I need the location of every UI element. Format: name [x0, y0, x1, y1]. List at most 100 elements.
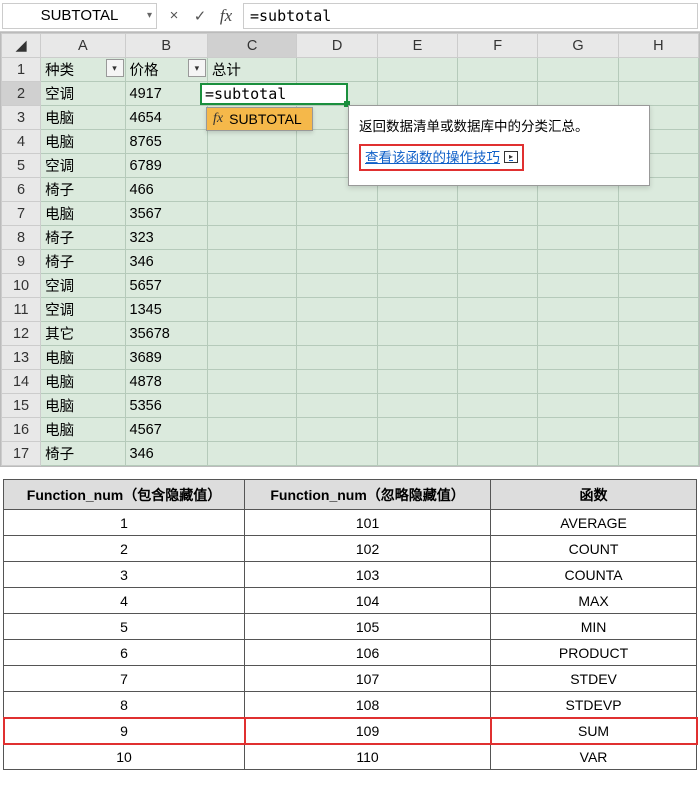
cell-F14[interactable] — [458, 370, 538, 394]
cell-B5[interactable]: 6789 — [125, 154, 207, 178]
cell-B7[interactable]: 3567 — [125, 202, 207, 226]
cell-C6[interactable] — [207, 178, 297, 202]
cell-F9[interactable] — [458, 250, 538, 274]
cell-H12[interactable] — [618, 322, 698, 346]
cell-C13[interactable] — [207, 346, 297, 370]
cell-B14[interactable]: 4878 — [125, 370, 207, 394]
select-all-cell[interactable]: ◢ — [2, 34, 41, 58]
row-header[interactable]: 4 — [2, 130, 41, 154]
cell-D11[interactable] — [297, 298, 377, 322]
suggest-item-subtotal[interactable]: fx SUBTOTAL — [207, 108, 312, 130]
cell-A13[interactable]: 电脑 — [41, 346, 125, 370]
row-header[interactable]: 8 — [2, 226, 41, 250]
cell-D10[interactable] — [297, 274, 377, 298]
cell-A7[interactable]: 电脑 — [41, 202, 125, 226]
cell-A15[interactable]: 电脑 — [41, 394, 125, 418]
filter-dropdown-icon[interactable]: ▾ — [188, 59, 206, 77]
cell-D14[interactable] — [297, 370, 377, 394]
col-header-H[interactable]: H — [618, 34, 698, 58]
cell-A14[interactable]: 电脑 — [41, 370, 125, 394]
cell-E11[interactable] — [377, 298, 457, 322]
cell-C10[interactable] — [207, 274, 297, 298]
cell-B1[interactable]: 价格▾ — [125, 58, 207, 82]
row-header[interactable]: 17 — [2, 442, 41, 466]
cell-H15[interactable] — [618, 394, 698, 418]
cell-C15[interactable] — [207, 394, 297, 418]
row-header[interactable]: 6 — [2, 178, 41, 202]
col-header-F[interactable]: F — [458, 34, 538, 58]
row-header[interactable]: 2 — [2, 82, 41, 106]
row-header[interactable]: 14 — [2, 370, 41, 394]
cell-F13[interactable] — [458, 346, 538, 370]
cell-H7[interactable] — [618, 202, 698, 226]
row-header[interactable]: 9 — [2, 250, 41, 274]
cell-D7[interactable] — [297, 202, 377, 226]
cell-E13[interactable] — [377, 346, 457, 370]
active-cell-edit[interactable]: =subtotal — [200, 83, 348, 105]
formula-input[interactable]: =subtotal — [243, 3, 698, 29]
cell-C14[interactable] — [207, 370, 297, 394]
cell-A4[interactable]: 电脑 — [41, 130, 125, 154]
cell-G15[interactable] — [538, 394, 618, 418]
enter-edit-icon[interactable]: ✓ — [191, 7, 209, 25]
cell-C4[interactable] — [207, 130, 297, 154]
cell-F12[interactable] — [458, 322, 538, 346]
cell-A2[interactable]: 空调 — [41, 82, 125, 106]
cell-A3[interactable]: 电脑 — [41, 106, 125, 130]
cancel-edit-icon[interactable]: × — [165, 7, 183, 24]
worksheet-grid[interactable]: ◢ A B C D E F G H 1种类▾价格▾总计2空调49173电脑465… — [1, 33, 699, 466]
cell-A12[interactable]: 其它 — [41, 322, 125, 346]
cell-F11[interactable] — [458, 298, 538, 322]
cell-B16[interactable]: 4567 — [125, 418, 207, 442]
col-header-D[interactable]: D — [297, 34, 377, 58]
row-header[interactable]: 10 — [2, 274, 41, 298]
row-header[interactable]: 12 — [2, 322, 41, 346]
cell-A17[interactable]: 椅子 — [41, 442, 125, 466]
cell-G17[interactable] — [538, 442, 618, 466]
cell-G7[interactable] — [538, 202, 618, 226]
cell-D15[interactable] — [297, 394, 377, 418]
cell-H16[interactable] — [618, 418, 698, 442]
cell-H13[interactable] — [618, 346, 698, 370]
cell-E12[interactable] — [377, 322, 457, 346]
name-box[interactable]: SUBTOTAL ▾ — [2, 3, 157, 29]
cell-B13[interactable]: 3689 — [125, 346, 207, 370]
cell-D9[interactable] — [297, 250, 377, 274]
cell-H17[interactable] — [618, 442, 698, 466]
cell-C9[interactable] — [207, 250, 297, 274]
cell-F2[interactable] — [458, 82, 538, 106]
cell-E14[interactable] — [377, 370, 457, 394]
cell-G13[interactable] — [538, 346, 618, 370]
cell-B15[interactable]: 5356 — [125, 394, 207, 418]
cell-H9[interactable] — [618, 250, 698, 274]
cell-C17[interactable] — [207, 442, 297, 466]
row-header[interactable]: 5 — [2, 154, 41, 178]
cell-E1[interactable] — [377, 58, 457, 82]
cell-A16[interactable]: 电脑 — [41, 418, 125, 442]
col-header-A[interactable]: A — [41, 34, 125, 58]
chevron-down-icon[interactable]: ▾ — [147, 10, 152, 21]
cell-C16[interactable] — [207, 418, 297, 442]
cell-E8[interactable] — [377, 226, 457, 250]
row-header[interactable]: 11 — [2, 298, 41, 322]
cell-D8[interactable] — [297, 226, 377, 250]
cell-A5[interactable]: 空调 — [41, 154, 125, 178]
cell-A1[interactable]: 种类▾ — [41, 58, 125, 82]
cell-C1[interactable]: 总计 — [207, 58, 297, 82]
cell-G14[interactable] — [538, 370, 618, 394]
col-header-C[interactable]: C — [207, 34, 297, 58]
cell-D13[interactable] — [297, 346, 377, 370]
cell-C5[interactable] — [207, 154, 297, 178]
cell-G9[interactable] — [538, 250, 618, 274]
cell-H2[interactable] — [618, 82, 698, 106]
col-header-E[interactable]: E — [377, 34, 457, 58]
cell-G10[interactable] — [538, 274, 618, 298]
cell-E7[interactable] — [377, 202, 457, 226]
cell-B12[interactable]: 35678 — [125, 322, 207, 346]
cell-D16[interactable] — [297, 418, 377, 442]
cell-E10[interactable] — [377, 274, 457, 298]
cell-F17[interactable] — [458, 442, 538, 466]
cell-G8[interactable] — [538, 226, 618, 250]
cell-B8[interactable]: 323 — [125, 226, 207, 250]
cell-E16[interactable] — [377, 418, 457, 442]
